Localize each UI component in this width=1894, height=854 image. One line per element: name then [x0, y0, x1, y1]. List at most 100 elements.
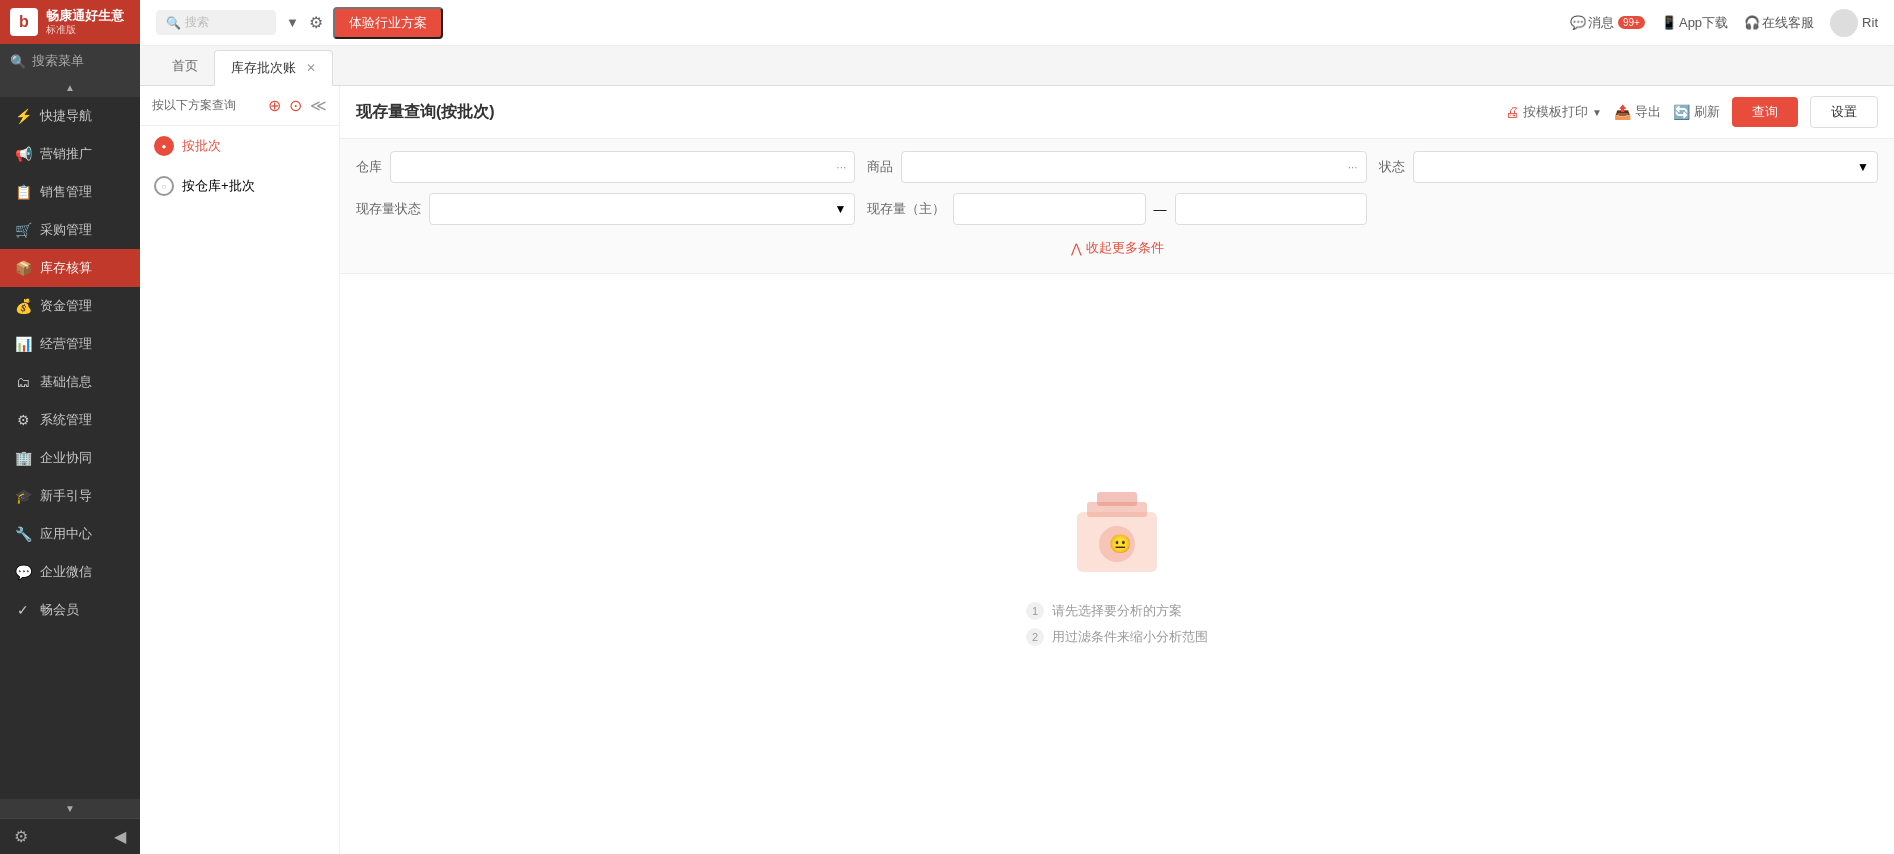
sidebar-label-inventory: 库存核算 [40, 259, 92, 277]
sidebar-item-marketing[interactable]: 📢 营销推广 [0, 135, 140, 173]
settings-icon[interactable]: ⚙ [14, 827, 28, 846]
message-badge: 99+ [1618, 16, 1645, 29]
tab-inventory-batch[interactable]: 库存批次账 ✕ [214, 50, 333, 86]
sidebar-search[interactable]: 🔍 搜索菜单 [0, 44, 140, 78]
topbar-search[interactable]: 🔍 搜索 [156, 10, 276, 35]
finance-icon: 💰 [14, 298, 32, 314]
sidebar-item-system[interactable]: ⚙ 系统管理 [0, 401, 140, 439]
scheme-warehouse-batch-label: 按仓库+批次 [182, 177, 255, 195]
sidebar-label-appstore: 应用中心 [40, 525, 92, 543]
export-label: 导出 [1635, 103, 1661, 121]
export-action[interactable]: 📤 导出 [1614, 103, 1661, 121]
sidebar-label-system: 系统管理 [40, 411, 92, 429]
sidebar-item-sales[interactable]: 📋 销售管理 [0, 173, 140, 211]
tab-close-icon[interactable]: ✕ [306, 61, 316, 75]
filter-area: 仓库 ··· 商品 ··· 状态 [340, 139, 1894, 274]
collapse-panel-icon[interactable]: ≪ [310, 96, 327, 115]
print-dropdown-icon[interactable]: ▼ [1592, 107, 1602, 118]
search-label: 搜索菜单 [32, 52, 84, 70]
sidebar-item-newbie[interactable]: 🎓 新手引导 [0, 477, 140, 515]
sidebar-item-operations[interactable]: 📊 经营管理 [0, 325, 140, 363]
topbar-search-placeholder: 搜索 [185, 14, 209, 31]
step-2-text: 用过滤条件来缩小分析范围 [1052, 628, 1208, 646]
system-icon: ⚙ [14, 412, 32, 428]
settings-scheme-icon[interactable]: ⊙ [289, 96, 302, 115]
query-button[interactable]: 查询 [1732, 97, 1798, 127]
sidebar-item-appstore[interactable]: 🔧 应用中心 [0, 515, 140, 553]
sidebar-item-wechat[interactable]: 💬 企业微信 [0, 553, 140, 591]
inventory-qty-label: 现存量（主） [867, 200, 945, 218]
sidebar-label-wechat: 企业微信 [40, 563, 92, 581]
trial-button[interactable]: 体验行业方案 [333, 7, 443, 39]
product-filter: 商品 ··· [867, 151, 1366, 183]
left-panel-title: 按以下方案查询 [152, 97, 236, 114]
inventory-qty-min[interactable] [953, 193, 1145, 225]
scheme-batch[interactable]: ● 按批次 [140, 126, 339, 166]
sidebar-scroll-up[interactable]: ▲ [0, 78, 140, 97]
sidebar: b 畅康通好生意 标准版 🔍 搜索菜单 ▲ ⚡ 快捷导航 📢 营销推广 📋 销售… [0, 0, 140, 854]
inventory-status-select[interactable]: ▼ [429, 193, 855, 225]
print-action[interactable]: 🖨 按模板打印 ▼ [1505, 103, 1602, 121]
main-area: 🔍 搜索 ▼ ⚙ 体验行业方案 💬 消息 99+ 📱 App下载 🎧 在线客服 … [140, 0, 1894, 854]
step-2-num: 2 [1026, 628, 1044, 646]
refresh-icon: 🔄 [1673, 104, 1690, 120]
topbar: 🔍 搜索 ▼ ⚙ 体验行业方案 💬 消息 99+ 📱 App下载 🎧 在线客服 … [140, 0, 1894, 46]
page-title: 现存量查询(按批次) [356, 102, 495, 123]
online-service-action[interactable]: 🎧 在线客服 [1744, 14, 1814, 32]
inventory-qty-max[interactable] [1175, 193, 1367, 225]
collapse-more-btn[interactable]: ⋀ 收起更多条件 [356, 235, 1878, 261]
refresh-action[interactable]: 🔄 刷新 [1673, 103, 1720, 121]
add-scheme-icon[interactable]: ⊕ [268, 96, 281, 115]
inventory-icon: 📦 [14, 260, 32, 276]
app-title-block: 畅康通好生意 标准版 [46, 8, 124, 36]
tab-home[interactable]: 首页 [156, 49, 214, 85]
app-download-icon: 📱 [1661, 15, 1677, 30]
sidebar-label-newbie: 新手引导 [40, 487, 92, 505]
app-download-label: App下载 [1679, 14, 1728, 32]
newbie-icon: 🎓 [14, 488, 32, 504]
topbar-dropdown-icon[interactable]: ▼ [286, 15, 299, 30]
appstore-icon: 🔧 [14, 526, 32, 542]
filter-row-2: 现存量状态 ▼ 现存量（主） — [356, 193, 1878, 225]
sidebar-footer: ⚙ ◀ [0, 818, 140, 854]
user-area[interactable]: Rit [1830, 9, 1878, 37]
empty-state: 😐 1 请先选择要分析的方案 2 用过滤条件来缩小分析范围 [340, 274, 1894, 854]
status-chevron-icon: ▼ [1857, 160, 1869, 174]
sidebar-item-member[interactable]: ✓ 畅会员 [0, 591, 140, 629]
warehouse-dots-icon[interactable]: ··· [836, 160, 846, 174]
username: Rit [1862, 15, 1878, 30]
sidebar-item-basics[interactable]: 🗂 基础信息 [0, 363, 140, 401]
sidebar-item-purchase[interactable]: 🛒 采购管理 [0, 211, 140, 249]
right-panel: 现存量查询(按批次) 🖨 按模板打印 ▼ 📤 导出 🔄 刷新 [340, 86, 1894, 854]
step-1-text: 请先选择要分析的方案 [1052, 602, 1182, 620]
collapse-icon[interactable]: ◀ [114, 827, 126, 846]
sidebar-scroll-down[interactable]: ▼ [0, 799, 140, 818]
sidebar-item-enterprise[interactable]: 🏢 企业协同 [0, 439, 140, 477]
empty-step-2: 2 用过滤条件来缩小分析范围 [1026, 628, 1208, 646]
left-panel-icons: ⊕ ⊙ ≪ [268, 96, 327, 115]
message-action[interactable]: 💬 消息 99+ [1570, 14, 1645, 32]
warehouse-filter: 仓库 ··· [356, 151, 855, 183]
scheme-warehouse-batch[interactable]: ○ 按仓库+批次 [140, 166, 339, 206]
sidebar-item-finance[interactable]: 💰 资金管理 [0, 287, 140, 325]
sidebar-label-enterprise: 企业协同 [40, 449, 92, 467]
sidebar-label-member: 畅会员 [40, 601, 79, 619]
sidebar-header: b 畅康通好生意 标准版 [0, 0, 140, 44]
sales-icon: 📋 [14, 184, 32, 200]
tab-home-label: 首页 [172, 58, 198, 73]
sidebar-label-finance: 资金管理 [40, 297, 92, 315]
status-select[interactable]: ▼ [1413, 151, 1878, 183]
inventory-qty-dash: — [1154, 202, 1167, 217]
sidebar-item-inventory[interactable]: 📦 库存核算 [0, 249, 140, 287]
sidebar-label-marketing: 营销推广 [40, 145, 92, 163]
product-input[interactable]: ··· [901, 151, 1366, 183]
settings-button[interactable]: 设置 [1810, 96, 1878, 128]
product-dots-icon[interactable]: ··· [1348, 160, 1358, 174]
online-service-label: 在线客服 [1762, 14, 1814, 32]
topbar-gear-icon[interactable]: ⚙ [309, 13, 323, 32]
tabbar: 首页 库存批次账 ✕ [140, 46, 1894, 86]
sidebar-item-quick-nav[interactable]: ⚡ 快捷导航 [0, 97, 140, 135]
warehouse-input[interactable]: ··· [390, 151, 855, 183]
app-download-action[interactable]: 📱 App下载 [1661, 14, 1728, 32]
content-area: 按以下方案查询 ⊕ ⊙ ≪ ● 按批次 ○ 按仓库+批次 现存量查询(按批次) [140, 86, 1894, 854]
